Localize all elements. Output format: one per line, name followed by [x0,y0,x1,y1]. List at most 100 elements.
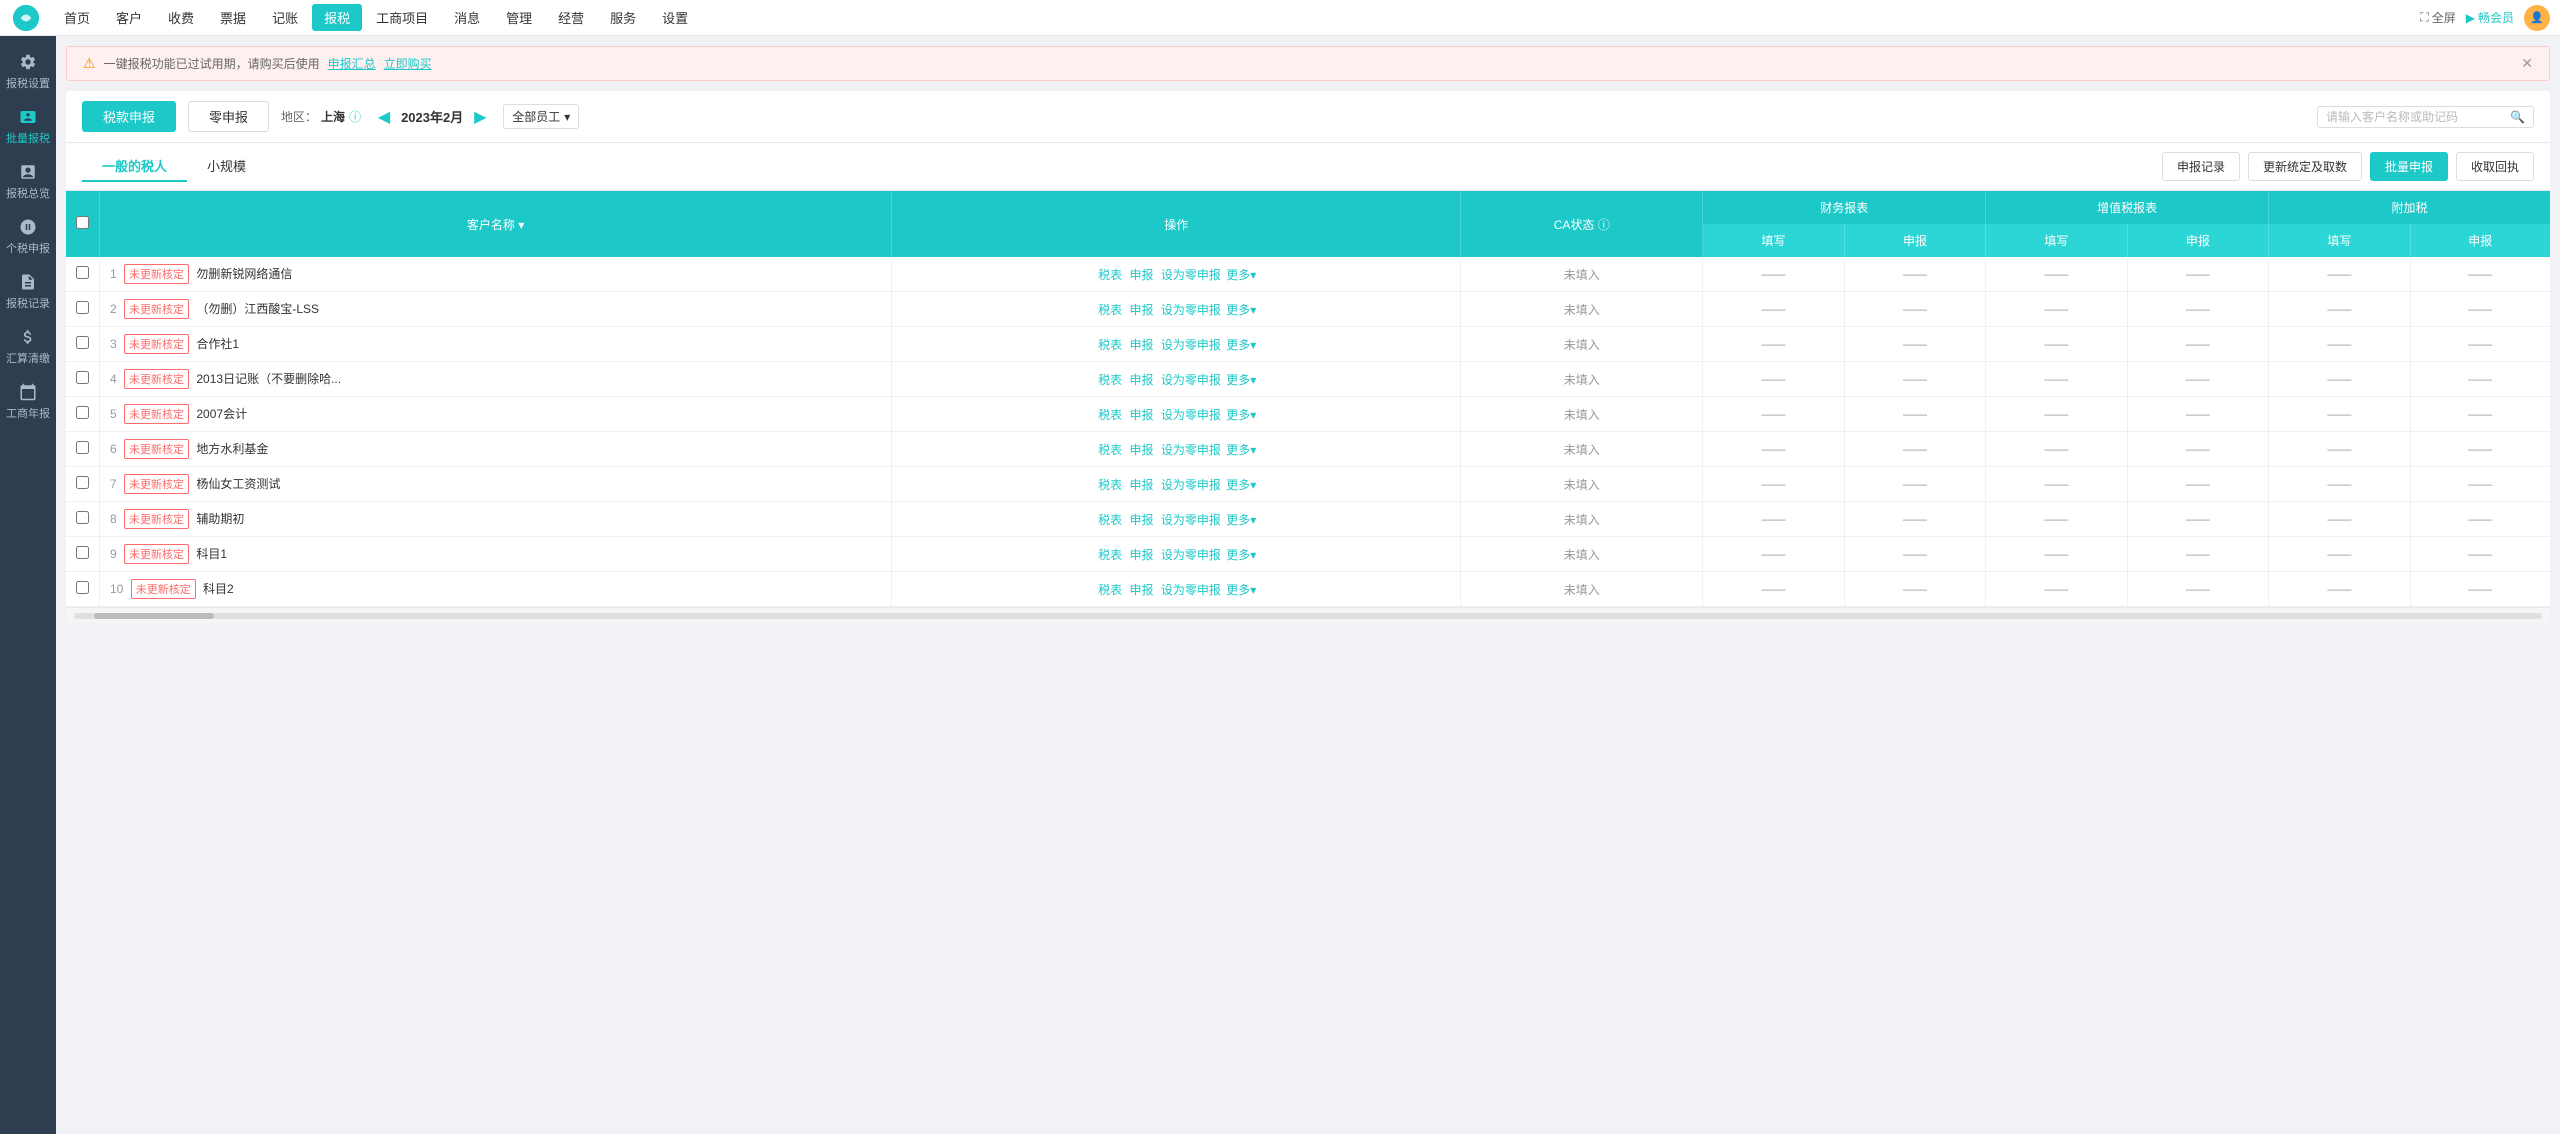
action-tax-form[interactable]: 税表 [1098,443,1122,457]
action-declare[interactable]: 申报 [1130,443,1154,457]
horizontal-scrollbar[interactable] [66,607,2550,623]
action-zero-declare[interactable]: 设为零申报 [1161,408,1221,422]
user-avatar[interactable]: 👤 [2524,5,2550,31]
action-tax-form[interactable]: 税表 [1098,408,1122,422]
action-tax-form[interactable]: 税表 [1098,268,1122,282]
apply-record-button[interactable]: 申报记录 [2162,152,2240,181]
action-more[interactable]: 更多▾ [1226,303,1256,317]
row-checkbox[interactable] [76,266,89,279]
sidebar-item-personal-tax[interactable]: 个税申报 [0,209,56,264]
action-zero-declare[interactable]: 设为零申报 [1161,443,1221,457]
action-tax-form[interactable]: 税表 [1098,513,1122,527]
action-more[interactable]: 更多▾ [1226,408,1256,422]
action-tax-form[interactable]: 税表 [1098,373,1122,387]
action-zero-declare[interactable]: 设为零申报 [1161,513,1221,527]
action-declare[interactable]: 申报 [1130,373,1154,387]
action-more[interactable]: 更多▾ [1226,478,1256,492]
tab-zero-declare[interactable]: 零申报 [188,101,269,132]
sidebar-item-overview[interactable]: 报税总览 [0,154,56,209]
date-next-button[interactable]: ▶ [469,106,491,128]
table-row: 8 未更新核定 辅助期初 税表 申报 设为零申报 更多▾ 未填入 —— —— —… [66,502,2550,537]
action-zero-declare[interactable]: 设为零申报 [1161,303,1221,317]
action-more[interactable]: 更多▾ [1226,548,1256,562]
row-checkbox[interactable] [76,441,89,454]
row-checkbox[interactable] [76,336,89,349]
sidebar-item-batch-tax[interactable]: 批量报税 [0,99,56,154]
row-number: 3 [110,337,117,351]
nav-ops[interactable]: 经营 [546,4,596,31]
action-zero-declare[interactable]: 设为零申报 [1161,478,1221,492]
action-zero-declare[interactable]: 设为零申报 [1161,548,1221,562]
nav-bizproject[interactable]: 工商项目 [364,4,440,31]
action-declare[interactable]: 申报 [1130,408,1154,422]
sidebar-item-annual-report[interactable]: 工商年报 [0,374,56,429]
action-zero-declare[interactable]: 设为零申报 [1161,583,1221,597]
sidebar-item-records[interactable]: 报税记录 [0,264,56,319]
row-checkbox[interactable] [76,511,89,524]
select-all-checkbox[interactable] [76,216,89,229]
row-surtax-fill: —— [2269,432,2410,467]
nav-billing[interactable]: 收费 [156,4,206,31]
action-declare[interactable]: 申报 [1130,303,1154,317]
action-more[interactable]: 更多▾ [1226,443,1256,457]
action-tax-form[interactable]: 税表 [1098,478,1122,492]
action-more[interactable]: 更多▾ [1226,338,1256,352]
tab-tax-declare[interactable]: 税款申报 [82,101,176,132]
scroll-thumb[interactable] [94,613,214,619]
notice-close-button[interactable]: ✕ [2521,55,2533,72]
action-tax-form[interactable]: 税表 [1098,583,1122,597]
row-finance-fill: —— [1703,257,1844,292]
nav-manage[interactable]: 管理 [494,4,544,31]
search-icon[interactable]: 🔍 [2510,110,2525,124]
apply-summary-link[interactable]: 申报汇总 [328,55,376,72]
action-tax-form[interactable]: 税表 [1098,303,1122,317]
action-zero-declare[interactable]: 设为零申报 [1161,338,1221,352]
retrieve-button[interactable]: 收取回执 [2456,152,2534,181]
row-checkbox[interactable] [76,581,89,594]
member-button[interactable]: ▶ 畅会员 [2466,9,2514,26]
row-tax-fill: —— [1986,292,2127,327]
sidebar-item-settlement[interactable]: 汇算清缴 [0,319,56,374]
nav-customer[interactable]: 客户 [104,4,154,31]
nav-service[interactable]: 服务 [598,4,648,31]
action-zero-declare[interactable]: 设为零申报 [1161,373,1221,387]
row-checkbox[interactable] [76,301,89,314]
action-declare[interactable]: 申报 [1130,338,1154,352]
nav-bookkeeping[interactable]: 记账 [260,4,310,31]
action-declare[interactable]: 申报 [1130,268,1154,282]
row-checkbox[interactable] [76,476,89,489]
row-actions: 税表 申报 设为零申报 更多▾ [892,467,1461,502]
date-prev-button[interactable]: ◀ [373,106,395,128]
row-checkbox[interactable] [76,371,89,384]
action-declare[interactable]: 申报 [1130,513,1154,527]
action-tax-form[interactable]: 税表 [1098,548,1122,562]
batch-apply-button[interactable]: 批量申报 [2370,152,2448,181]
nav-message[interactable]: 消息 [442,4,492,31]
action-declare[interactable]: 申报 [1130,478,1154,492]
nav-invoice[interactable]: 票据 [208,4,258,31]
row-checkbox[interactable] [76,406,89,419]
sub-tab-general[interactable]: 一般的税人 [82,151,187,182]
sub-tab-small[interactable]: 小规模 [187,151,266,182]
action-tax-form[interactable]: 税表 [1098,338,1122,352]
action-more[interactable]: 更多▾ [1226,583,1256,597]
fullscreen-button[interactable]: ⛶ 全屏 [2420,9,2455,26]
chevron-down-icon: ▾ [564,110,570,124]
buy-now-link[interactable]: 立即购买 [384,55,432,72]
info-icon[interactable]: ⓘ [349,108,361,125]
staff-filter-select[interactable]: 全部员工 ▾ [503,104,579,129]
action-more[interactable]: 更多▾ [1226,373,1256,387]
search-input[interactable] [2326,110,2506,124]
action-zero-declare[interactable]: 设为零申报 [1161,268,1221,282]
action-declare[interactable]: 申报 [1130,548,1154,562]
row-checkbox[interactable] [76,546,89,559]
action-more[interactable]: 更多▾ [1226,513,1256,527]
update-stats-button[interactable]: 更新统定及取数 [2248,152,2362,181]
nav-settings[interactable]: 设置 [650,4,700,31]
action-more[interactable]: 更多▾ [1226,268,1256,282]
sidebar-item-tax-settings[interactable]: 报税设置 [0,44,56,99]
nav-home[interactable]: 首页 [52,4,102,31]
action-declare[interactable]: 申报 [1130,583,1154,597]
row-surtax-declare: —— [2410,467,2550,502]
nav-tax[interactable]: 报税 [312,4,362,31]
